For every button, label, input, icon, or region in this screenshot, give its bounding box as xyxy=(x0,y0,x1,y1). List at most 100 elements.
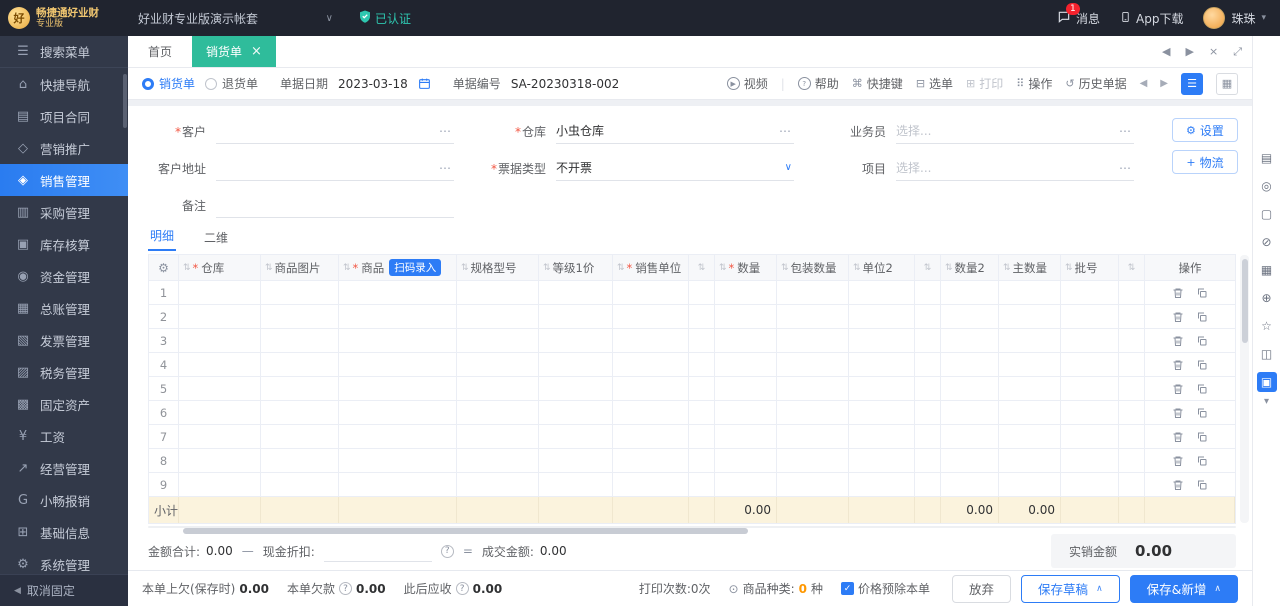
grid-cell[interactable] xyxy=(849,425,915,448)
grid-cell[interactable] xyxy=(339,305,457,328)
grid-cell[interactable] xyxy=(457,473,539,496)
picker-ellipsis-icon[interactable]: ⋯ xyxy=(437,124,454,138)
sidebar-item-expense[interactable]: G 小畅报销 xyxy=(0,484,128,516)
tab-scroll-right-icon[interactable]: ▶ xyxy=(1186,45,1194,58)
logistics-button[interactable]: + 物流 xyxy=(1172,150,1238,174)
grid-cell[interactable] xyxy=(849,449,915,472)
grid-cell[interactable] xyxy=(179,473,261,496)
scan-entry-button[interactable]: 扫码录入 xyxy=(389,259,442,276)
grid-cell[interactable] xyxy=(999,353,1061,376)
grid-cell[interactable] xyxy=(1061,353,1119,376)
scrollbar-thumb[interactable] xyxy=(183,528,748,534)
grid-cell[interactable] xyxy=(941,281,999,304)
grid-cell[interactable] xyxy=(261,281,339,304)
copy-row-icon[interactable] xyxy=(1196,479,1208,491)
seal-icon[interactable]: ◎ xyxy=(1257,176,1277,196)
grid-cell[interactable] xyxy=(261,449,339,472)
screen-icon[interactable]: ▢ xyxy=(1257,204,1277,224)
grid-view-toggle[interactable]: ▦ xyxy=(1216,72,1238,95)
grid-cell[interactable] xyxy=(261,401,339,424)
attach-icon[interactable]: ⊕ xyxy=(1257,288,1277,308)
grid-cell[interactable] xyxy=(539,329,613,352)
save-draft-button[interactable]: 保存草稿 ∧ xyxy=(1021,574,1120,603)
col-narrow[interactable]: ⇅ xyxy=(689,255,715,280)
grid-cell[interactable] xyxy=(941,473,999,496)
radio-return-order[interactable]: 退货单 xyxy=(205,75,258,92)
grid-cell[interactable] xyxy=(715,401,777,424)
prev-doc-icon[interactable]: ◀ xyxy=(1140,78,1148,89)
delete-row-icon[interactable] xyxy=(1172,431,1184,443)
delete-row-icon[interactable] xyxy=(1172,383,1184,395)
grid-cell[interactable] xyxy=(457,401,539,424)
sort-icon[interactable]: ⇅ xyxy=(1065,263,1073,273)
grid-cell[interactable] xyxy=(999,425,1061,448)
operations-button[interactable]: ⠿ 操作 xyxy=(1016,75,1052,92)
grid-cell[interactable] xyxy=(179,353,261,376)
copy-row-icon[interactable] xyxy=(1196,335,1208,347)
sort-icon[interactable]: ⇅ xyxy=(461,263,469,273)
grid-cell[interactable] xyxy=(261,305,339,328)
price-option-checkbox[interactable]: ✓ 价格预除本单 xyxy=(841,580,930,597)
grid-cell[interactable] xyxy=(1061,473,1119,496)
sidebar-item-inventory[interactable]: ▣ 库存核算 xyxy=(0,228,128,260)
date-value[interactable]: 2023-03-18 xyxy=(338,77,408,91)
grid-cell[interactable] xyxy=(457,377,539,400)
grid-cell[interactable] xyxy=(715,473,777,496)
grid-cell[interactable] xyxy=(261,329,339,352)
close-all-tabs-icon[interactable]: × xyxy=(1209,45,1218,58)
grid-cell[interactable] xyxy=(777,425,849,448)
grid-cell[interactable] xyxy=(179,377,261,400)
grid-cell[interactable] xyxy=(339,329,457,352)
sidebar-item-tax[interactable]: ▨ 税务管理 xyxy=(0,356,128,388)
copy-row-icon[interactable] xyxy=(1196,359,1208,371)
grid-cell[interactable] xyxy=(539,281,613,304)
grid-cell[interactable] xyxy=(1061,305,1119,328)
info-icon[interactable]: ? xyxy=(440,544,454,558)
grid-cell[interactable] xyxy=(613,281,689,304)
grid-cell[interactable] xyxy=(339,281,457,304)
grid-cell[interactable] xyxy=(613,305,689,328)
remark-input[interactable] xyxy=(216,197,454,212)
grid-cell[interactable] xyxy=(539,377,613,400)
cash-discount-input[interactable] xyxy=(323,540,432,562)
grid-cell[interactable] xyxy=(179,425,261,448)
customer-input[interactable] xyxy=(216,123,437,138)
scrollbar-thumb[interactable] xyxy=(1241,259,1248,343)
comment-icon[interactable]: ◫ xyxy=(1257,344,1277,364)
next-doc-icon[interactable]: ▶ xyxy=(1160,78,1168,89)
grid-cell[interactable] xyxy=(849,401,915,424)
table-row[interactable]: 1 xyxy=(149,281,1235,305)
calendar-icon[interactable] xyxy=(418,77,431,90)
user-menu[interactable]: 珠珠 ▾ xyxy=(1203,7,1266,29)
grid-cell[interactable] xyxy=(777,329,849,352)
grid-cell[interactable] xyxy=(777,305,849,328)
grid-cell[interactable] xyxy=(613,329,689,352)
shortcut-keys-button[interactable]: ⌘ 快捷键 xyxy=(852,75,903,92)
grid-cell[interactable] xyxy=(777,449,849,472)
tab-home[interactable]: 首页 xyxy=(128,36,192,67)
preview-icon[interactable]: ▤ xyxy=(1257,148,1277,168)
copy-row-icon[interactable] xyxy=(1196,287,1208,299)
delete-row-icon[interactable] xyxy=(1172,479,1184,491)
video-button[interactable]: ▶ 视频 xyxy=(726,75,768,92)
grid-cell[interactable] xyxy=(1061,377,1119,400)
table-row[interactable]: 3 xyxy=(149,329,1235,353)
grid-cell[interactable] xyxy=(999,329,1061,352)
grid-cell[interactable] xyxy=(941,401,999,424)
tab-scroll-left-icon[interactable]: ◀ xyxy=(1162,45,1170,58)
grid-cell[interactable] xyxy=(457,329,539,352)
app-download-button[interactable]: App下载 xyxy=(1120,10,1183,27)
grid-cell[interactable] xyxy=(999,401,1061,424)
horizontal-scrollbar[interactable] xyxy=(148,526,1236,534)
grid-cell[interactable] xyxy=(999,305,1061,328)
grid-cell[interactable] xyxy=(613,473,689,496)
grid-cell[interactable] xyxy=(999,281,1061,304)
favorite-icon[interactable]: ☆ xyxy=(1257,316,1277,336)
info-icon[interactable]: ? xyxy=(339,582,352,595)
vertical-scrollbar[interactable] xyxy=(1240,255,1249,523)
grid-cell[interactable] xyxy=(539,353,613,376)
settings-button[interactable]: ⚙ 设置 xyxy=(1172,118,1238,142)
picker-ellipsis-icon[interactable]: ⋯ xyxy=(1117,161,1134,175)
sidebar-item-operations[interactable]: ↗ 经营管理 xyxy=(0,452,128,484)
grid-cell[interactable] xyxy=(715,449,777,472)
